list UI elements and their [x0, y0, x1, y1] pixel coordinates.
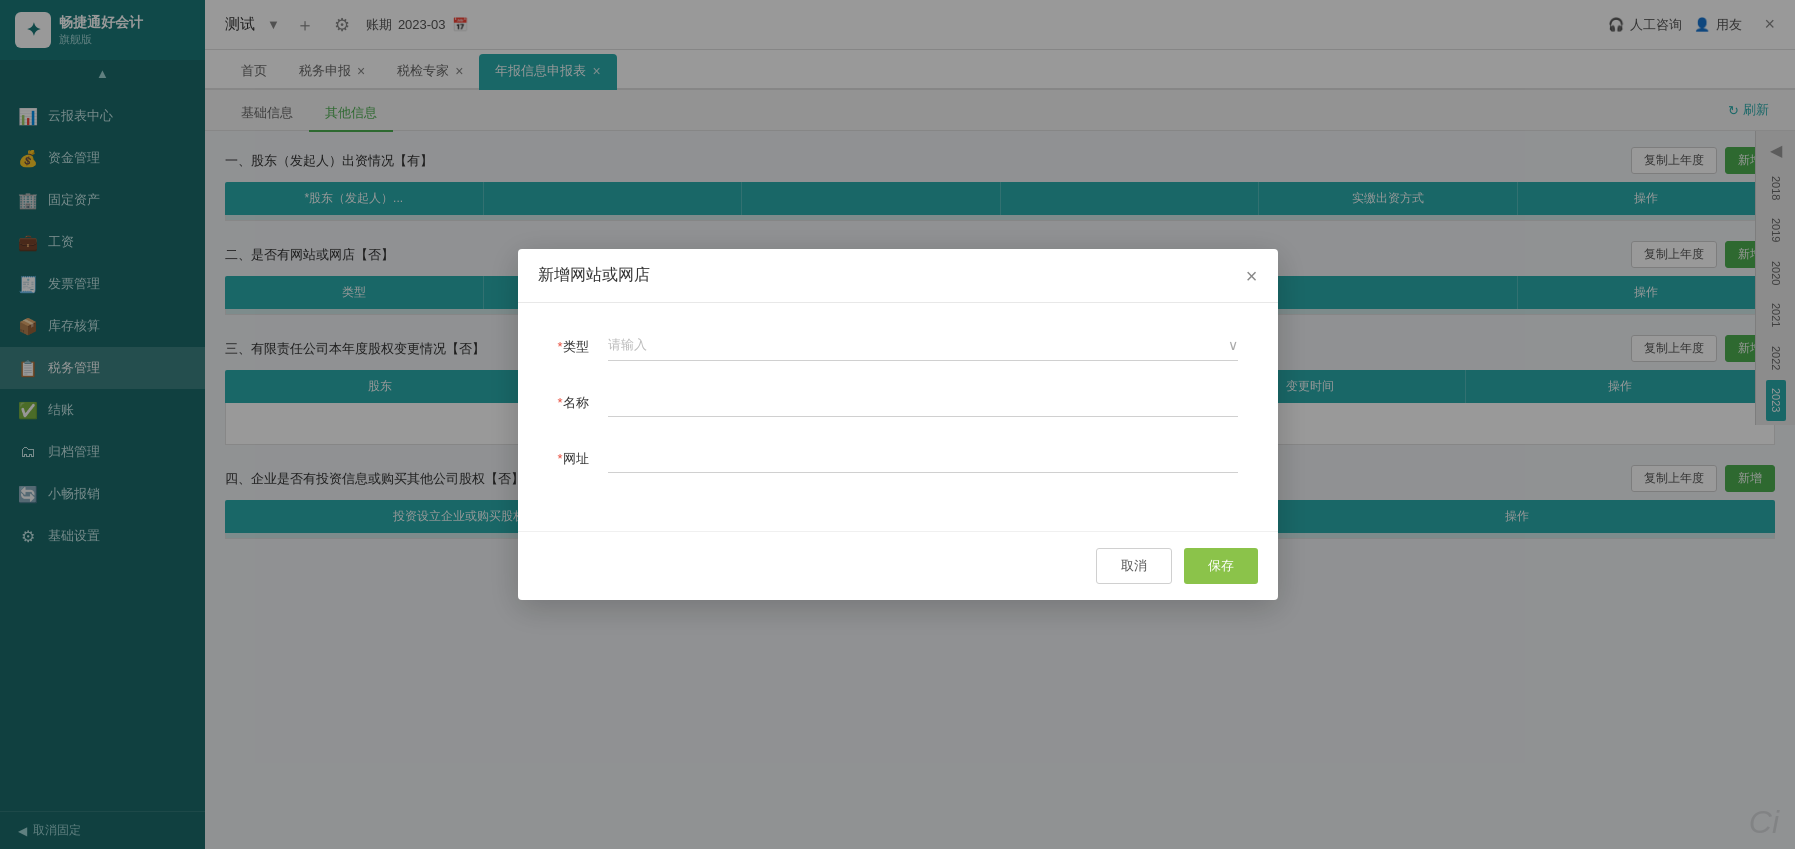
- save-button[interactable]: 保存: [1184, 548, 1258, 584]
- modal-body: *类型 ∨ *名称 *网址: [518, 303, 1278, 531]
- required-marker-url: *: [558, 451, 563, 466]
- modal-close-button[interactable]: ×: [1246, 266, 1258, 286]
- dropdown-arrow-type[interactable]: ∨: [1228, 337, 1238, 353]
- modal-header: 新增网站或网店 ×: [518, 249, 1278, 303]
- modal-title: 新增网站或网店: [538, 265, 650, 286]
- form-row-type: *类型 ∨: [558, 333, 1238, 361]
- form-input-url[interactable]: [608, 445, 1238, 468]
- form-input-wrapper-name: [608, 389, 1238, 417]
- form-input-wrapper-type: ∨: [608, 333, 1238, 361]
- modal-footer: 取消 保存: [518, 531, 1278, 600]
- modal-dialog: 新增网站或网店 × *类型 ∨ *名称 *网址 取消 保存: [518, 249, 1278, 600]
- required-marker-name: *: [558, 395, 563, 410]
- form-input-type[interactable]: [608, 333, 1228, 356]
- form-input-name[interactable]: [608, 389, 1238, 412]
- form-label-url: *网址: [558, 450, 608, 468]
- required-marker-type: *: [558, 339, 563, 354]
- form-input-wrapper-url: [608, 445, 1238, 473]
- form-label-type: *类型: [558, 338, 608, 356]
- form-row-url: *网址: [558, 445, 1238, 473]
- form-row-name: *名称: [558, 389, 1238, 417]
- cancel-button[interactable]: 取消: [1096, 548, 1172, 584]
- form-label-name: *名称: [558, 394, 608, 412]
- modal-overlay: 新增网站或网店 × *类型 ∨ *名称 *网址 取消 保存: [0, 0, 1795, 849]
